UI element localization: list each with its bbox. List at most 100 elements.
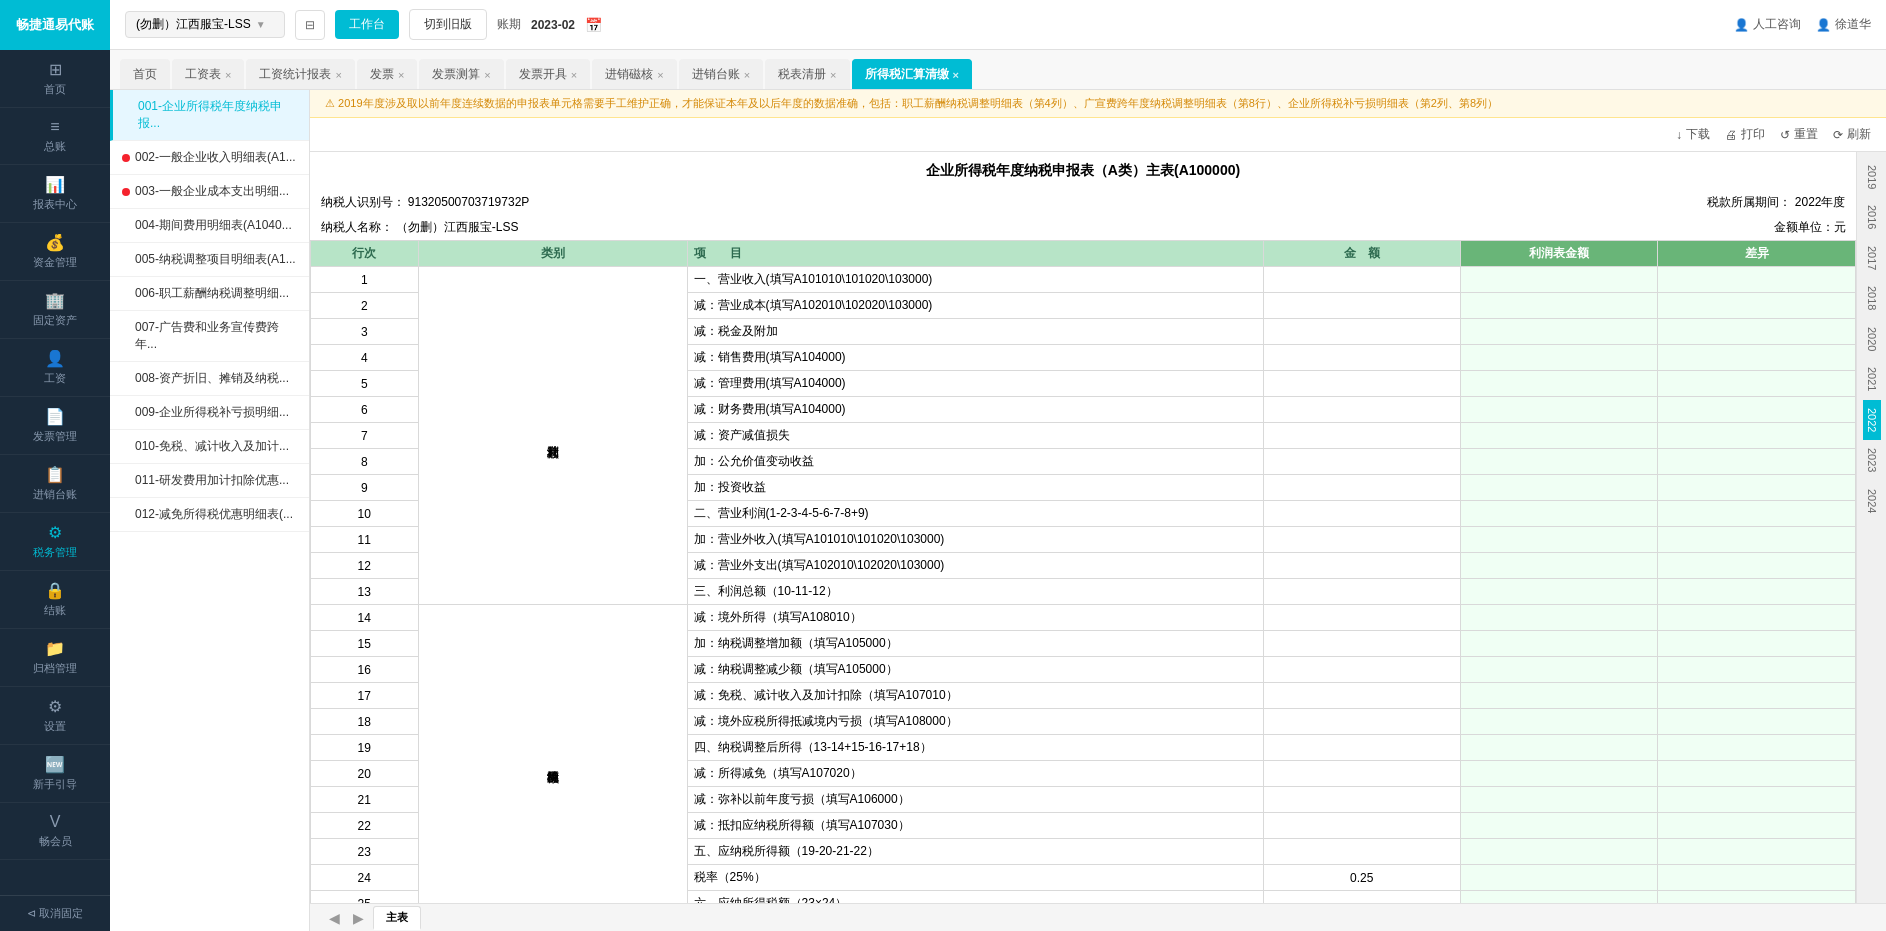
- cell-profit[interactable]: [1460, 449, 1657, 475]
- switch-old-button[interactable]: 切到旧版: [409, 9, 487, 40]
- close-icon[interactable]: ×: [398, 69, 404, 81]
- cell-profit[interactable]: [1460, 501, 1657, 527]
- cell-profit[interactable]: [1460, 787, 1657, 813]
- close-icon[interactable]: ×: [744, 69, 750, 81]
- reset-btn[interactable]: ↺ 重置: [1780, 126, 1818, 143]
- scroll-left-icon[interactable]: ◀: [325, 908, 344, 928]
- cell-diff[interactable]: [1658, 865, 1856, 891]
- sidebar-item-fund-mgmt[interactable]: 💰 资金管理: [0, 223, 110, 281]
- sidebar-item-member[interactable]: V 畅会员: [0, 803, 110, 860]
- left-panel-item-008[interactable]: 008-资产折旧、摊销及纳税...: [110, 362, 309, 396]
- copy-icon-btn[interactable]: ⊟: [295, 10, 325, 40]
- cell-amount[interactable]: [1263, 501, 1460, 527]
- cell-profit[interactable]: [1460, 397, 1657, 423]
- tab-payroll[interactable]: 工资表 ×: [172, 59, 244, 89]
- cell-amount[interactable]: [1263, 891, 1460, 904]
- year-2021[interactable]: 2021: [1863, 359, 1881, 399]
- cell-amount[interactable]: [1263, 709, 1460, 735]
- year-2020[interactable]: 2020: [1863, 319, 1881, 359]
- cell-profit[interactable]: [1460, 267, 1657, 293]
- cell-diff[interactable]: [1658, 527, 1856, 553]
- cell-diff[interactable]: [1658, 371, 1856, 397]
- cell-amount[interactable]: [1263, 631, 1460, 657]
- cell-amount[interactable]: [1263, 319, 1460, 345]
- table-container[interactable]: 企业所得税年度纳税申报表（A类）主表(A100000) 纳税人识别号： 9132…: [310, 152, 1856, 903]
- cell-amount[interactable]: [1263, 371, 1460, 397]
- cell-diff[interactable]: [1658, 631, 1856, 657]
- sidebar-item-fixed-assets[interactable]: 🏢 固定资产: [0, 281, 110, 339]
- left-panel-item-010[interactable]: 010-免税、减计收入及加计...: [110, 430, 309, 464]
- cell-diff[interactable]: [1658, 267, 1856, 293]
- cell-profit[interactable]: [1460, 345, 1657, 371]
- cell-diff[interactable]: [1658, 891, 1856, 904]
- cell-profit[interactable]: [1460, 553, 1657, 579]
- cell-amount[interactable]: 0.25: [1263, 865, 1460, 891]
- user-profile[interactable]: 👤 徐道华: [1816, 16, 1871, 33]
- cell-diff[interactable]: [1658, 475, 1856, 501]
- close-icon[interactable]: ×: [335, 69, 341, 81]
- cell-diff[interactable]: [1658, 839, 1856, 865]
- cell-diff[interactable]: [1658, 345, 1856, 371]
- cell-profit[interactable]: [1460, 813, 1657, 839]
- left-panel-item-001[interactable]: 001-企业所得税年度纳税申报...: [110, 90, 309, 141]
- calendar-icon[interactable]: 📅: [585, 17, 602, 33]
- scroll-right-icon[interactable]: ▶: [349, 908, 368, 928]
- year-2016[interactable]: 2016: [1863, 197, 1881, 237]
- cell-amount[interactable]: [1263, 553, 1460, 579]
- sidebar-item-home[interactable]: ⊞ 首页: [0, 50, 110, 108]
- cell-amount[interactable]: [1263, 449, 1460, 475]
- cell-diff[interactable]: [1658, 657, 1856, 683]
- year-2022[interactable]: 2022: [1863, 400, 1881, 440]
- left-panel-item-007[interactable]: 007-广告费和业务宣传费跨年...: [110, 311, 309, 362]
- sidebar-item-payroll[interactable]: 👤 工资: [0, 339, 110, 397]
- cell-profit[interactable]: [1460, 371, 1657, 397]
- cell-amount[interactable]: [1263, 787, 1460, 813]
- left-panel-item-006[interactable]: 006-职工薪酬纳税调整明细...: [110, 277, 309, 311]
- sidebar-item-general-ledger[interactable]: ≡ 总账: [0, 108, 110, 165]
- tab-invoice-open[interactable]: 发票开具 ×: [506, 59, 590, 89]
- tab-home[interactable]: 首页: [120, 59, 170, 89]
- cell-amount[interactable]: [1263, 839, 1460, 865]
- close-icon[interactable]: ×: [657, 69, 663, 81]
- left-panel-item-009[interactable]: 009-企业所得税补亏损明细...: [110, 396, 309, 430]
- cell-amount[interactable]: [1263, 579, 1460, 605]
- tab-tax-list[interactable]: 税表清册 ×: [765, 59, 849, 89]
- cell-profit[interactable]: [1460, 683, 1657, 709]
- cell-profit[interactable]: [1460, 631, 1657, 657]
- year-2018[interactable]: 2018: [1863, 278, 1881, 318]
- left-panel-item-004[interactable]: 004-期间费用明细表(A1040...: [110, 209, 309, 243]
- cell-amount[interactable]: [1263, 397, 1460, 423]
- year-2017[interactable]: 2017: [1863, 238, 1881, 278]
- close-icon[interactable]: ×: [225, 69, 231, 81]
- cell-diff[interactable]: [1658, 319, 1856, 345]
- cell-amount[interactable]: [1263, 605, 1460, 631]
- cell-diff[interactable]: [1658, 735, 1856, 761]
- company-selector[interactable]: (勿删）江西服宝-LSS ▼: [125, 11, 285, 38]
- sidebar-item-tax-mgmt[interactable]: ⚙ 税务管理: [0, 513, 110, 571]
- cell-diff[interactable]: [1658, 605, 1856, 631]
- cell-diff[interactable]: [1658, 761, 1856, 787]
- cell-amount[interactable]: [1263, 735, 1460, 761]
- cell-profit[interactable]: [1460, 605, 1657, 631]
- tab-sales-ledger[interactable]: 进销台账 ×: [679, 59, 763, 89]
- left-panel-item-011[interactable]: 011-研发费用加计扣除优惠...: [110, 464, 309, 498]
- workbench-button[interactable]: 工作台: [335, 10, 399, 39]
- tab-invoice-calc[interactable]: 发票测算 ×: [419, 59, 503, 89]
- cell-diff[interactable]: [1658, 553, 1856, 579]
- close-icon[interactable]: ×: [830, 69, 836, 81]
- cell-amount[interactable]: [1263, 761, 1460, 787]
- cell-amount[interactable]: [1263, 813, 1460, 839]
- cell-profit[interactable]: [1460, 891, 1657, 904]
- cell-diff[interactable]: [1658, 813, 1856, 839]
- cell-diff[interactable]: [1658, 397, 1856, 423]
- tab-invoice[interactable]: 发票 ×: [357, 59, 417, 89]
- cell-amount[interactable]: [1263, 657, 1460, 683]
- sidebar-item-sales-ledger[interactable]: 📋 进销台账: [0, 455, 110, 513]
- ai-consult-btn[interactable]: 👤 人工咨询: [1734, 16, 1801, 33]
- cell-diff[interactable]: [1658, 709, 1856, 735]
- cell-amount[interactable]: [1263, 423, 1460, 449]
- year-2024[interactable]: 2024: [1863, 481, 1881, 521]
- tab-payroll-stats[interactable]: 工资统计报表 ×: [246, 59, 354, 89]
- year-2019[interactable]: 2019: [1863, 157, 1881, 197]
- cell-amount[interactable]: [1263, 527, 1460, 553]
